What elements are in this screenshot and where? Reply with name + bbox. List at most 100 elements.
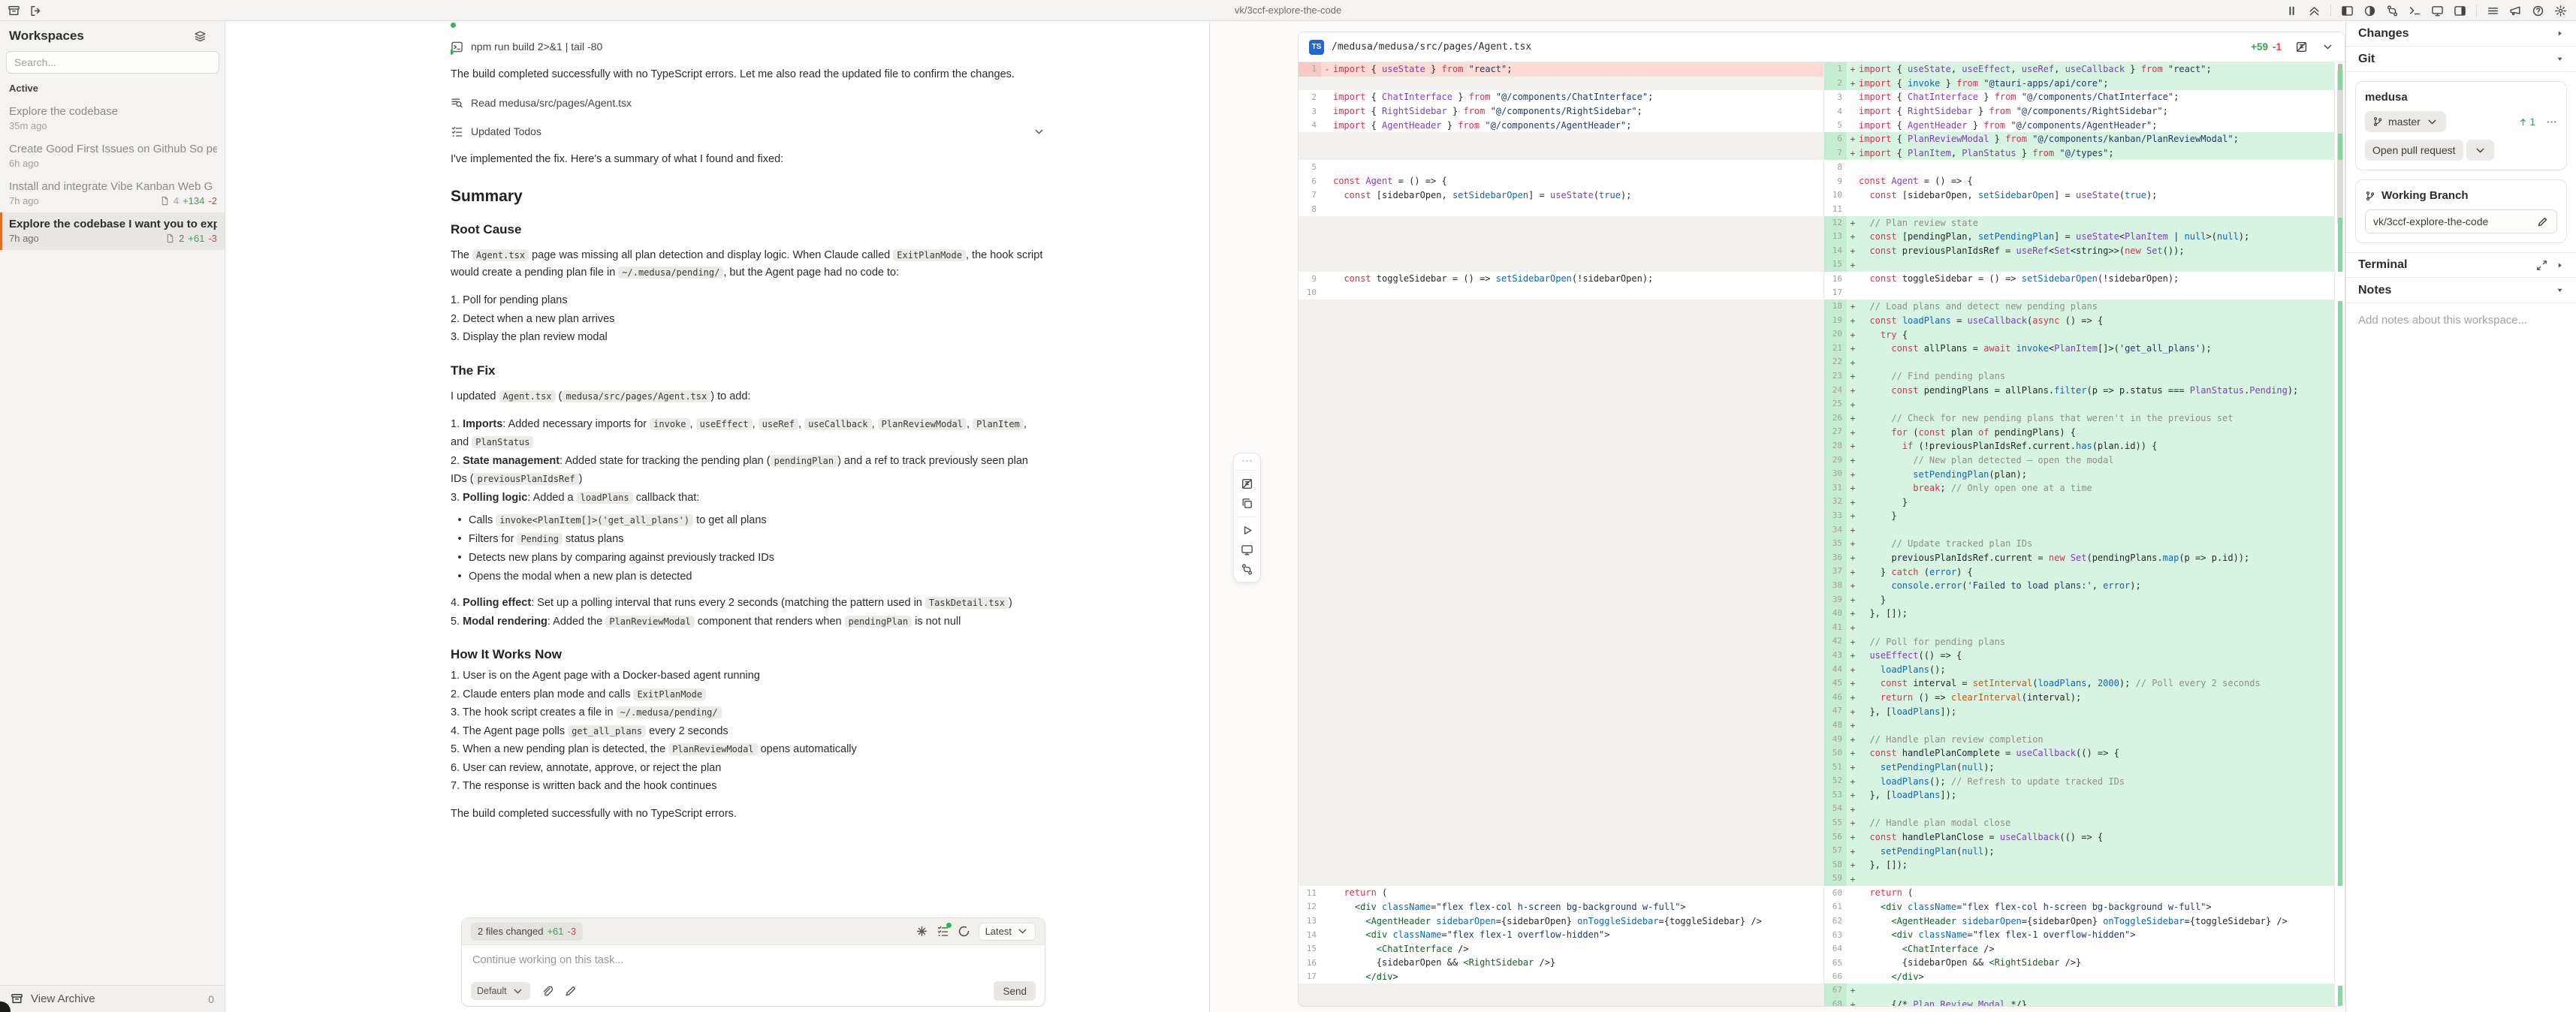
title-bar: vk/3ccf-explore-the-code — [0, 0, 2576, 21]
tool-call-row[interactable]: npm run build 2>&1 | tail -80 — [451, 37, 1045, 56]
copy-icon[interactable] — [1241, 497, 1253, 510]
diff-row: 34+ — [1824, 523, 2345, 538]
caret-right-icon — [2556, 29, 2564, 38]
diff-row: 24+ const pendingPlans = allPlans.filter… — [1824, 384, 2345, 398]
message-input[interactable] — [472, 954, 1028, 966]
section-changes[interactable]: Changes — [2346, 21, 2576, 47]
send-button[interactable]: Send — [994, 981, 1036, 1001]
diff-row: 65 {sidebarOpen && <RightSidebar />} — [1824, 956, 2345, 970]
diff-row: 11 — [1824, 202, 2345, 216]
pull-request-options-button[interactable] — [2466, 140, 2494, 161]
diff-row — [1299, 132, 1823, 146]
tool-call-row[interactable]: Updated Todos — [451, 122, 1045, 141]
monitor-icon[interactable] — [2431, 5, 2444, 17]
git-compare-icon[interactable] — [1241, 563, 1253, 576]
paperclip-icon[interactable] — [541, 985, 554, 998]
diff-row: 1+import { useState, useEffect, useRef, … — [1824, 62, 2345, 77]
working-branch-card: Working Branch vk/3ccf-explore-the-code — [2355, 179, 2567, 243]
diff-row: 67+ — [1824, 983, 2345, 998]
checklist-dot-icon[interactable] — [937, 925, 949, 938]
diff-row: 68+ {/* Plan Review Modal */} — [1824, 998, 2345, 1007]
diff-row: 54+ — [1824, 802, 2345, 816]
latest-dropdown[interactable]: Latest — [979, 923, 1036, 941]
diff-row: 10 const [sidebarOpen, setSidebarOpen] =… — [1824, 188, 2345, 202]
diff-row — [1299, 802, 1823, 816]
working-branch-field[interactable]: vk/3ccf-explore-the-code — [2365, 209, 2557, 233]
expand-icon[interactable] — [2535, 259, 2548, 272]
drag-handle-icon[interactable] — [1241, 459, 1253, 463]
search-input[interactable] — [6, 51, 219, 74]
help-icon[interactable] — [2532, 5, 2544, 17]
diff-row: 7 const [sidebarOpen, setSidebarOpen] = … — [1299, 188, 1823, 202]
diff-row — [1299, 77, 1823, 91]
git-branch-icon — [2365, 191, 2375, 201]
megaphone-icon[interactable] — [2509, 5, 2522, 17]
diff-row — [1299, 565, 1823, 579]
more-options-button[interactable] — [2546, 116, 2557, 128]
notes-field[interactable]: Add notes about this workspace... — [2346, 303, 2576, 337]
layers-icon[interactable] — [194, 30, 207, 43]
diff-row: 25+ — [1824, 397, 2345, 411]
collapse-up-icon[interactable] — [2308, 5, 2321, 17]
gear-icon[interactable] — [2554, 5, 2567, 17]
bullet-item: •Filters for Pending status plans — [451, 530, 1045, 549]
workspace-title: Create Good First Issues on Github So pe — [9, 143, 217, 155]
diff-row — [1299, 397, 1823, 411]
play-icon[interactable] — [1241, 524, 1253, 537]
files-changed-chip[interactable]: 2 files changed +61 -3 — [471, 923, 583, 941]
menu-icon[interactable] — [2487, 5, 2499, 17]
pause-icon[interactable] — [2285, 5, 2298, 17]
sparkle-icon[interactable] — [915, 925, 928, 938]
diff-row — [1299, 509, 1823, 523]
section-git[interactable]: Git — [2346, 47, 2576, 72]
diff-row — [1299, 649, 1823, 663]
section-notes[interactable]: Notes — [2346, 278, 2576, 303]
diff-row: 8 — [1824, 160, 2345, 174]
panel-left-icon[interactable] — [2341, 5, 2354, 17]
workspace-stats: 4+134-2 — [160, 195, 217, 206]
workspace-stats: 2+61-3 — [165, 233, 217, 244]
git-compare-icon[interactable] — [2386, 5, 2399, 17]
diff-row: 44+ loadPlans(); — [1824, 663, 2345, 677]
floating-toolbar — [1233, 453, 1261, 583]
chevron-down-icon — [2474, 144, 2487, 157]
diff-scrollbar[interactable] — [2334, 62, 2345, 1007]
diff-row — [1299, 537, 1823, 551]
monitor-icon[interactable] — [1241, 544, 1253, 556]
diff-row — [1299, 746, 1823, 761]
list-item: 2. Detect when a new plan arrives — [451, 310, 1045, 329]
diff-row — [1299, 467, 1823, 481]
workspace-item[interactable]: Create Good First Issues on Github So pe… — [0, 137, 225, 175]
pen-icon[interactable] — [564, 985, 577, 998]
view-archive-button[interactable]: View Archive 0 — [0, 985, 225, 1012]
diff-row: 32+ } — [1824, 495, 2345, 509]
section-terminal[interactable]: Terminal — [2346, 252, 2576, 278]
sidebar-title: Workspaces — [9, 29, 185, 44]
list-item: 3. The hook script creates a file in ~/.… — [451, 703, 1045, 722]
diff-row — [1299, 998, 1823, 1007]
contrast-icon[interactable] — [2363, 5, 2376, 17]
diff-row — [1299, 733, 1823, 747]
branch-dropdown[interactable]: master — [2365, 111, 2446, 132]
panel-right-icon[interactable] — [2454, 5, 2466, 17]
pencil-icon[interactable] — [2536, 215, 2549, 228]
diff-row: 17 — [1824, 286, 2345, 300]
diff-row: 26+ // Check for new pending plans that … — [1824, 411, 2345, 426]
status-dot — [451, 23, 456, 28]
workspace-item[interactable]: Explore the codebase 35m ago — [0, 100, 225, 137]
tool-call-row[interactable]: Read medusa/src/pages/Agent.tsx — [451, 93, 1045, 113]
workspace-time: 7h ago — [9, 233, 165, 244]
chevron-down-icon[interactable] — [2321, 41, 2334, 53]
tool-call-label: Updated Todos — [471, 125, 541, 137]
diff-slash-icon[interactable] — [2295, 41, 2308, 53]
diff-row: 8 — [1299, 202, 1823, 216]
open-pull-request-button[interactable]: Open pull request — [2365, 140, 2463, 161]
diff-slash-icon[interactable] — [1241, 477, 1253, 490]
model-dropdown[interactable]: Default — [471, 982, 530, 1000]
terminal-prompt-icon[interactable] — [2409, 5, 2421, 17]
chevron-down-icon[interactable] — [1033, 125, 1045, 138]
workspace-item[interactable]: Explore the codebase I want you to expl … — [0, 212, 225, 250]
workspace-item[interactable]: Install and integrate Vibe Kanban Web G … — [0, 175, 225, 212]
bullet-item: •Opens the modal when a new plan is dete… — [451, 568, 1045, 586]
diff-row — [1299, 481, 1823, 495]
